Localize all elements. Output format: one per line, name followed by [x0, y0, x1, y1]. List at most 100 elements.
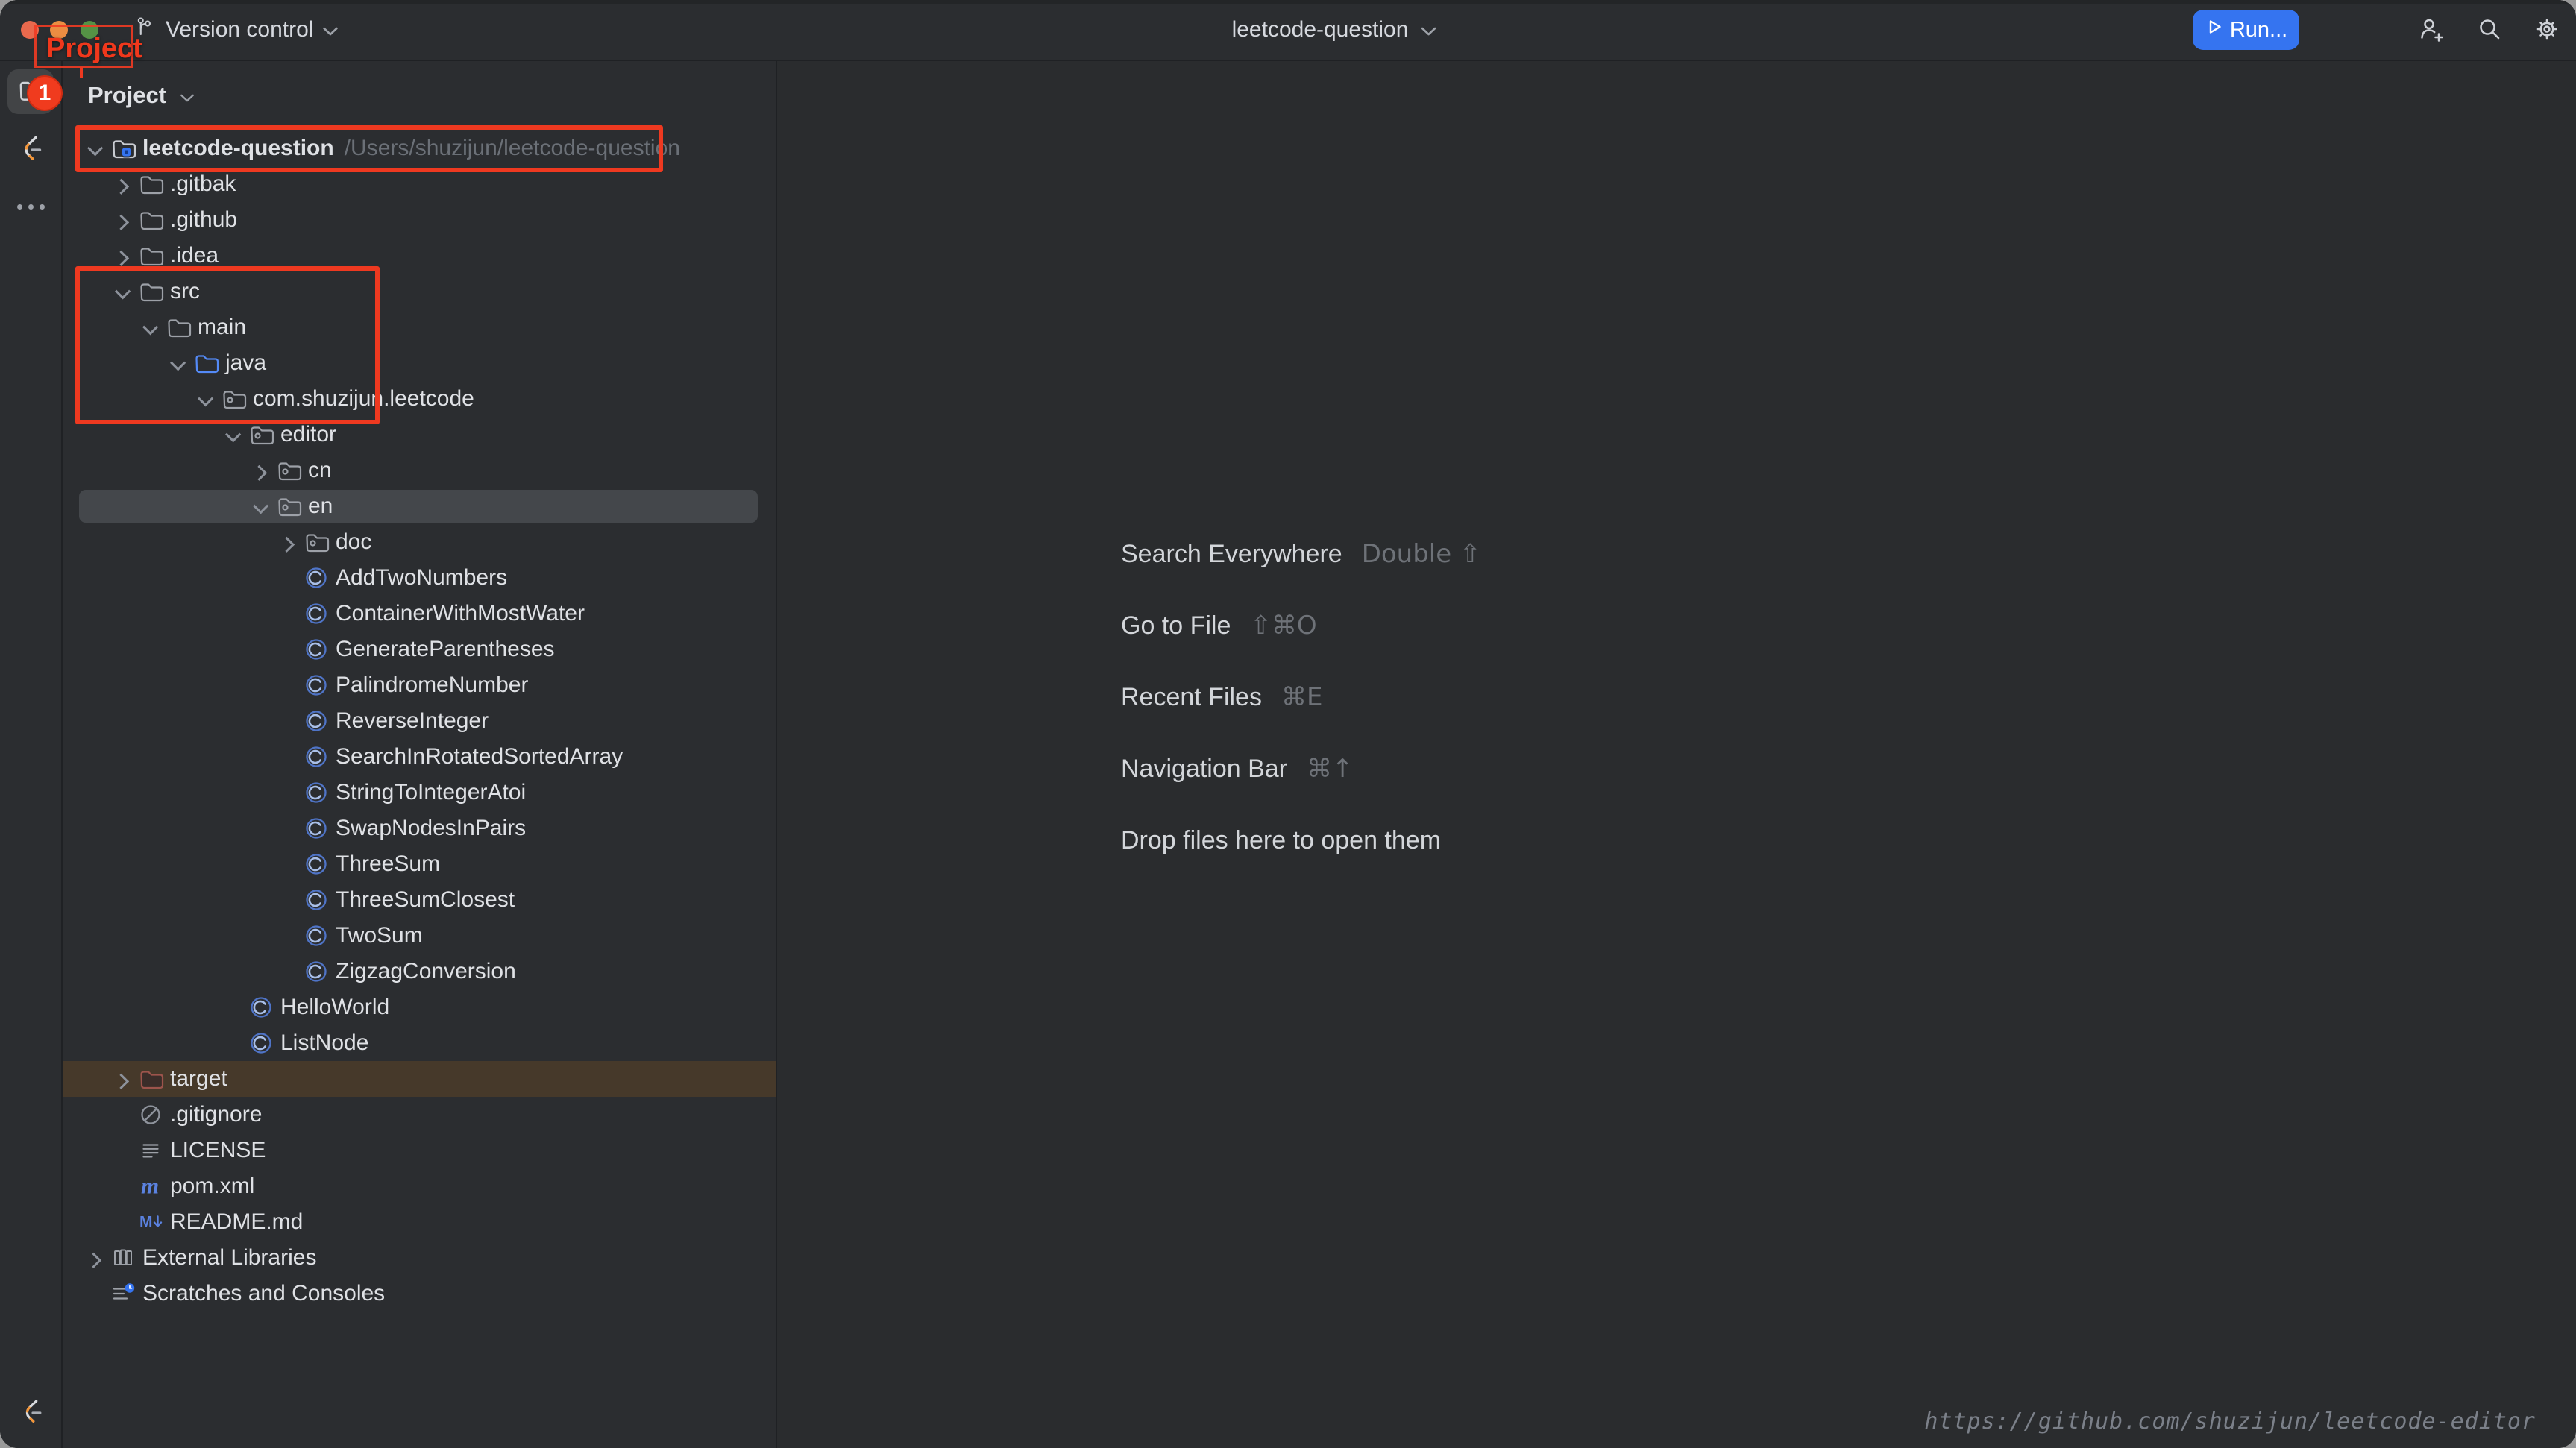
tree-row[interactable]: cn [61, 453, 776, 488]
textfile-icon [136, 1137, 166, 1164]
shortcut-label: Search Everywhere [1121, 540, 1342, 569]
tree-item-label: ZigzagConversion [336, 959, 516, 984]
tree-item-label: Scratches and Consoles [142, 1281, 385, 1306]
annotation-box-src-tree [75, 266, 380, 424]
chevron-right-icon[interactable] [78, 1253, 108, 1264]
chevron-down-icon[interactable] [244, 501, 274, 512]
drop-hint: Drop files here to open them [1121, 825, 1480, 856]
tree-item-label: HelloWorld [280, 995, 389, 1020]
tree-item-label: ContainerWithMostWater [336, 601, 585, 626]
folder-icon [136, 207, 166, 233]
chevron-right-icon[interactable] [106, 1074, 136, 1085]
tree-row[interactable]: ZigzagConversion [61, 954, 776, 989]
class-icon [246, 1030, 276, 1057]
chevron-down-icon [1420, 17, 1436, 43]
tree-row[interactable]: ThreeSum [61, 846, 776, 882]
editor-area: Search Everywhere Double ⇧ Go to File ⇧⌘… [777, 60, 2576, 1448]
vcs-widget[interactable]: Version control [131, 0, 339, 60]
tree-row[interactable]: .github [61, 202, 776, 238]
package-icon [246, 421, 276, 448]
tree-row[interactable]: ReverseInteger [61, 703, 776, 739]
tree-item-label: .github [170, 207, 237, 233]
tree-item-label: en [308, 494, 333, 519]
tree-item-label: External Libraries [142, 1245, 316, 1271]
search-icon [2475, 14, 2504, 48]
tree-row[interactable]: HelloWorld [61, 989, 776, 1025]
shortcut-row: Navigation Bar ⌘↑ [1121, 753, 1480, 784]
tree-row[interactable]: External Libraries [61, 1240, 776, 1276]
class-icon [301, 600, 331, 627]
markdown-icon: M [136, 1209, 166, 1235]
tree-item-label: ListNode [280, 1030, 368, 1056]
tree-item-label: doc [336, 529, 371, 555]
shortcut-keys: ⌘E [1281, 682, 1322, 712]
shortcut-row: Go to File ⇧⌘O [1121, 610, 1480, 641]
annotation-badge: 1 [27, 75, 63, 111]
folder-icon [136, 242, 166, 269]
tree-row[interactable]: SwapNodesInPairs [61, 810, 776, 846]
tree-row[interactable]: PalindromeNumber [61, 667, 776, 703]
tree-row[interactable]: GenerateParentheses [61, 632, 776, 667]
tree-row[interactable]: .gitignore [61, 1097, 776, 1133]
tree-row[interactable]: SearchInRotatedSortedArray [61, 739, 776, 775]
folder-excluded-icon [136, 1065, 166, 1092]
annotation-label: Project [46, 33, 142, 65]
tree-row[interactable]: TwoSum [61, 918, 776, 954]
tree-row[interactable]: AddTwoNumbers [61, 560, 776, 596]
class-icon [246, 994, 276, 1021]
class-icon [301, 851, 331, 878]
window-top-edge [0, 0, 2576, 4]
tree-row[interactable]: target [61, 1061, 776, 1097]
leetcode-tool-button-bottom[interactable] [17, 1397, 45, 1429]
titlebar: Version control leetcode-question Run... [0, 0, 2576, 61]
class-icon [301, 779, 331, 806]
shortcut-keys: ⇧⌘O [1250, 611, 1316, 640]
add-user-button[interactable] [2416, 16, 2446, 45]
class-icon [301, 708, 331, 734]
tree-row[interactable]: Scratches and Consoles [61, 1276, 776, 1312]
tree-row[interactable]: LICENSE [61, 1133, 776, 1168]
leetcode-icon [16, 153, 45, 166]
chevron-right-icon[interactable] [106, 251, 136, 262]
tree-row[interactable]: ContainerWithMostWater [61, 596, 776, 632]
more-tool-windows-button[interactable] [0, 204, 61, 210]
chevron-down-icon[interactable] [216, 429, 246, 441]
chevron-right-icon[interactable] [244, 465, 274, 476]
tree-item-label: ThreeSumClosest [336, 887, 515, 913]
class-icon [301, 672, 331, 699]
ide-window: Version control leetcode-question Run... [0, 0, 2576, 1448]
class-icon [301, 958, 331, 985]
tree-item-label: AddTwoNumbers [336, 565, 507, 591]
package-icon [274, 493, 304, 520]
tree-item-label: ThreeSum [336, 852, 440, 877]
tree-row[interactable]: doc [61, 524, 776, 560]
package-icon [301, 529, 331, 555]
search-button[interactable] [2475, 16, 2504, 45]
chevron-right-icon[interactable] [271, 537, 301, 548]
play-icon [2205, 17, 2224, 43]
tree-item-label: SwapNodesInPairs [336, 816, 526, 841]
class-icon [301, 564, 331, 591]
svg-text:m: m [141, 1173, 159, 1199]
project-selector[interactable]: leetcode-question [1232, 0, 1437, 60]
tree-row[interactable]: MREADME.md [61, 1204, 776, 1240]
gear-icon [2532, 14, 2562, 48]
shortcut-row: Search Everywhere Double ⇧ [1121, 538, 1480, 570]
shortcut-label: Navigation Bar [1121, 755, 1287, 784]
shortcut-label: Recent Files [1121, 683, 1262, 712]
scratches-icon [108, 1280, 138, 1307]
tree-item-label: LICENSE [170, 1138, 266, 1163]
project-panel-header[interactable]: Project [61, 60, 776, 130]
tree-item-label: README.md [170, 1209, 303, 1235]
tree-row[interactable]: ListNode [61, 1025, 776, 1061]
tree-row[interactable]: ThreeSumClosest [61, 882, 776, 918]
run-button[interactable]: Run... [2193, 10, 2299, 50]
leetcode-tool-button[interactable] [16, 133, 45, 166]
folder-icon [136, 171, 166, 198]
tree-row[interactable]: StringToIntegerAtoi [61, 775, 776, 810]
chevron-right-icon[interactable] [106, 179, 136, 190]
chevron-right-icon[interactable] [106, 215, 136, 226]
tree-row[interactable]: mpom.xml [61, 1168, 776, 1204]
settings-button[interactable] [2532, 16, 2562, 45]
tree-row[interactable]: en [61, 488, 776, 524]
